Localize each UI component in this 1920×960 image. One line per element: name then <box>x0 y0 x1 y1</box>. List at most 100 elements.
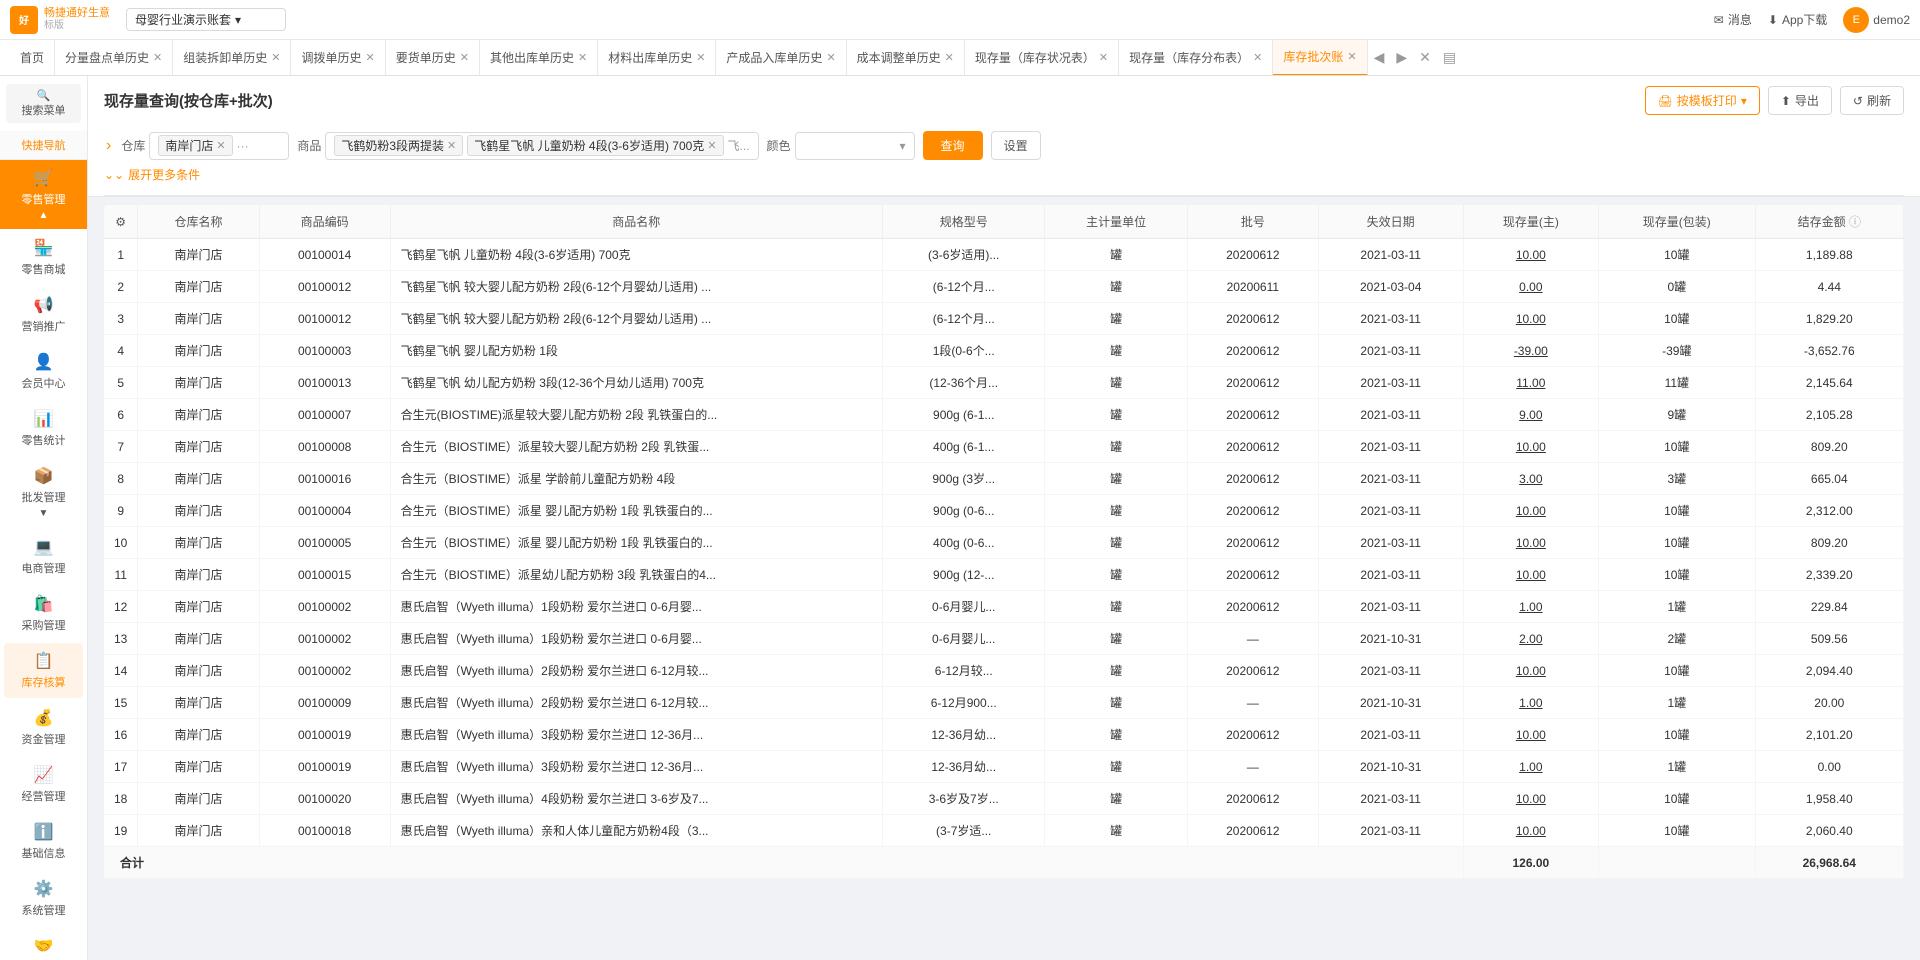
cell-unit: 罐 <box>1045 431 1187 463</box>
tab-6[interactable]: 材料出库单历史 ✕ <box>598 40 716 76</box>
warehouse-tag-remove[interactable]: ✕ <box>216 139 225 152</box>
color-tag-area[interactable]: ▾ <box>795 132 915 160</box>
col-expire: 失效日期 <box>1318 205 1463 239</box>
cell-spec: 12-36月幼... <box>883 719 1045 751</box>
warehouse-tag-area[interactable]: 南岸门店 ✕ ··· <box>149 132 289 160</box>
filter-expand-button[interactable]: › <box>104 135 113 157</box>
query-button[interactable]: 查询 <box>923 131 983 160</box>
cell-qty[interactable]: 9.00 <box>1463 399 1598 431</box>
app-download-button[interactable]: ⬇ App下载 <box>1768 11 1827 28</box>
cell-qty[interactable]: 10.00 <box>1463 303 1598 335</box>
cell-qty[interactable]: 11.00 <box>1463 367 1598 399</box>
amount-info-icon[interactable]: ⓘ <box>1849 215 1861 229</box>
cell-qty[interactable]: 2.00 <box>1463 623 1598 655</box>
cell-qty[interactable]: 1.00 <box>1463 591 1598 623</box>
sidebar-item-marketing[interactable]: 📢 营销推广 <box>4 287 83 342</box>
tab-close-all-button[interactable]: ✕ <box>1413 49 1437 66</box>
close-icon[interactable]: ✕ <box>366 51 375 64</box>
tab-8[interactable]: 成本调整单历史 ✕ <box>847 40 965 76</box>
search-menu-button[interactable]: 🔍 搜索菜单 <box>6 84 81 123</box>
sidebar-item-system[interactable]: ⚙️ 系统管理 <box>4 871 83 926</box>
account-selector[interactable]: 母婴行业演示账套 ▾ <box>126 8 286 31</box>
sidebar-item-finance[interactable]: 💰 资金管理 <box>4 700 83 755</box>
table-row: 4 南岸门店 00100003 飞鹤星飞帆 婴儿配方奶粉 1段 1段(0-6个.… <box>104 335 1904 367</box>
cell-qty[interactable]: 10.00 <box>1463 527 1598 559</box>
row-number: 17 <box>104 751 138 783</box>
cell-qty[interactable]: 10.00 <box>1463 431 1598 463</box>
sidebar-item-ecommerce[interactable]: 💻 电商管理 <box>4 529 83 584</box>
cell-qty[interactable]: -39.00 <box>1463 335 1598 367</box>
cell-qty[interactable]: 10.00 <box>1463 783 1598 815</box>
tab-home[interactable]: 首页 <box>10 40 55 76</box>
close-icon[interactable]: ✕ <box>945 51 954 64</box>
messages-button[interactable]: ✉ 消息 <box>1714 11 1752 28</box>
cell-qty[interactable]: 10.00 <box>1463 495 1598 527</box>
sidebar-item-enterprise[interactable]: 🤝 企业协同 <box>4 928 83 960</box>
sidebar-item-wholesale[interactable]: 📦 批发管理 ▼ <box>4 458 83 527</box>
goods-tag1-remove[interactable]: ✕ <box>447 139 456 152</box>
close-icon[interactable]: ✕ <box>1347 50 1356 63</box>
col-settings[interactable]: ⚙ <box>104 205 138 239</box>
tab-1[interactable]: 分量盘点单历史 ✕ <box>55 40 173 76</box>
cell-name: 飞鹤星飞帆 幼儿配方奶粉 3段(12-36个月幼儿适用) 700克 <box>390 367 882 399</box>
tab-3[interactable]: 调拨单历史 ✕ <box>291 40 385 76</box>
cell-qty[interactable]: 10.00 <box>1463 719 1598 751</box>
tab-2[interactable]: 组装拆卸单历史 ✕ <box>173 40 291 76</box>
expand-icon: ▲ <box>39 210 49 221</box>
close-icon[interactable]: ✕ <box>153 51 162 64</box>
cell-qty[interactable]: 1.00 <box>1463 687 1598 719</box>
goods-tag-area[interactable]: 飞鹤奶粉3段两提装 ✕ 飞鹤星飞帆 儿童奶粉 4段(3-6岁适用) 700克 ✕… <box>325 132 758 160</box>
user-profile[interactable]: E demo2 <box>1843 7 1910 33</box>
sidebar-item-member[interactable]: 👤 会员中心 <box>4 344 83 399</box>
close-icon[interactable]: ✕ <box>578 51 587 64</box>
cell-expire: 2021-03-11 <box>1318 495 1463 527</box>
cell-name: 惠氏启智（Wyeth illuma）1段奶粉 爱尔兰进口 0-6月婴... <box>390 591 882 623</box>
close-icon[interactable]: ✕ <box>460 51 469 64</box>
tab-5[interactable]: 其他出库单历史 ✕ <box>480 40 598 76</box>
quick-nav-button[interactable]: 快捷导航 <box>0 131 87 160</box>
tab-10[interactable]: 现存量（库存分布表） ✕ <box>1119 40 1273 76</box>
tab-menu-button[interactable]: ▤ <box>1437 49 1462 66</box>
refresh-button[interactable]: ↺ 刷新 <box>1840 86 1904 115</box>
filter-bar: › 仓库 南岸门店 ✕ ··· 商品 <box>104 123 1904 196</box>
print-button[interactable]: 🖨 按模板打印 ▾ <box>1645 86 1760 115</box>
tab-9[interactable]: 现存量（库存状况表） ✕ <box>965 40 1119 76</box>
cell-code: 00100002 <box>259 591 390 623</box>
stats-icon: 📊 <box>34 409 54 429</box>
tab-4[interactable]: 要货单历史 ✕ <box>386 40 480 76</box>
cell-qty[interactable]: 10.00 <box>1463 239 1598 271</box>
cell-warehouse: 南岸门店 <box>138 271 259 303</box>
table-row: 17 南岸门店 00100019 惠氏启智（Wyeth illuma）3段奶粉 … <box>104 751 1904 783</box>
tab-7[interactable]: 产成品入库单历史 ✕ <box>716 40 846 76</box>
close-icon[interactable]: ✕ <box>696 51 705 64</box>
cell-qty[interactable]: 1.00 <box>1463 751 1598 783</box>
settings-button[interactable]: 设置 <box>991 131 1041 160</box>
header-actions: 🖨 按模板打印 ▾ ⬆ 导出 ↺ 刷新 <box>1645 86 1904 115</box>
row-number: 13 <box>104 623 138 655</box>
sidebar-item-operations[interactable]: 📈 经营管理 <box>4 757 83 812</box>
cell-qty[interactable]: 10.00 <box>1463 655 1598 687</box>
cell-qty[interactable]: 10.00 <box>1463 559 1598 591</box>
sidebar-item-basic-info[interactable]: ℹ️ 基础信息 <box>4 814 83 869</box>
close-icon[interactable]: ✕ <box>1253 51 1262 64</box>
sidebar-item-retail-mgmt[interactable]: 🛒 零售管理 ▲ <box>0 160 87 229</box>
cell-batch: 20200612 <box>1187 655 1318 687</box>
tab-11[interactable]: 库存批次账 ✕ <box>1273 40 1367 76</box>
sidebar-item-retail-mall[interactable]: 🏪 零售商城 <box>4 230 83 285</box>
goods-tag2-remove[interactable]: ✕ <box>707 139 716 152</box>
expand-conditions-button[interactable]: ⌄⌄ 展开更多条件 <box>104 160 1904 187</box>
close-icon[interactable]: ✕ <box>1099 51 1108 64</box>
export-button[interactable]: ⬆ 导出 <box>1768 86 1832 115</box>
sidebar-item-retail-stats[interactable]: 📊 零售统计 <box>4 401 83 456</box>
cell-qty[interactable]: 10.00 <box>1463 815 1598 847</box>
tab-prev-button[interactable]: ◀ <box>1368 49 1391 66</box>
close-icon[interactable]: ✕ <box>271 51 280 64</box>
sidebar-item-purchase[interactable]: 🛍️ 采购管理 <box>4 586 83 641</box>
sidebar-item-inventory[interactable]: 📋 库存核算 <box>4 643 83 698</box>
cell-qty[interactable]: 0.00 <box>1463 271 1598 303</box>
cell-unit: 罐 <box>1045 687 1187 719</box>
goods-label: 商品 <box>297 137 321 154</box>
tab-next-button[interactable]: ▶ <box>1390 49 1413 66</box>
cell-qty[interactable]: 3.00 <box>1463 463 1598 495</box>
close-icon[interactable]: ✕ <box>826 51 835 64</box>
